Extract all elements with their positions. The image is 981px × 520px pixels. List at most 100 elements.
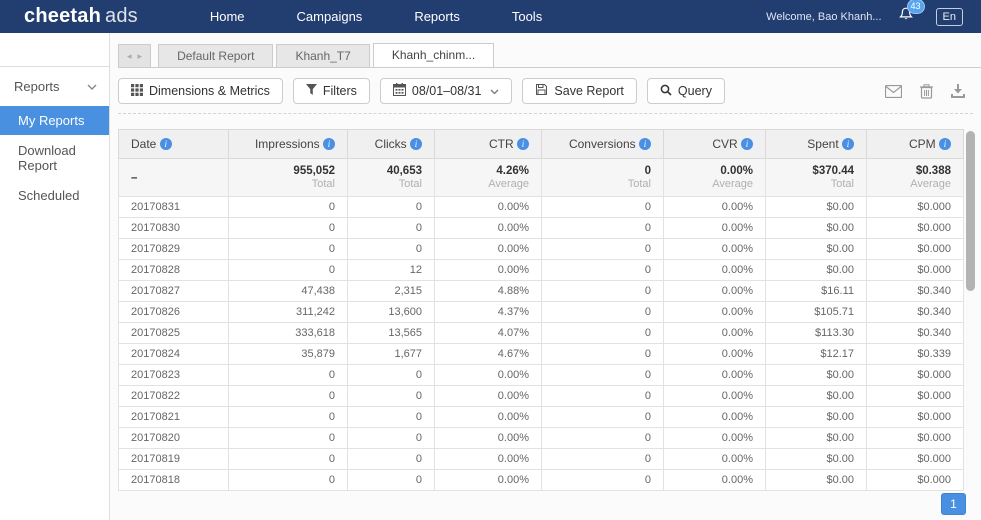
value-cell: 0.00% [663, 406, 766, 428]
value-cell: 0 [541, 217, 664, 239]
scrollbar-thumb[interactable] [966, 131, 975, 291]
date-cell: 20170821 [118, 406, 229, 428]
info-icon[interactable]: i [939, 138, 951, 150]
value-cell: 0 [228, 448, 348, 470]
nav-item-home[interactable]: Home [210, 9, 245, 24]
value-cell: 0.00% [663, 322, 766, 344]
report-tabbar: ◂ ▸ Default Report Khanh_T7 Khanh_chinm.… [118, 43, 981, 68]
tab-default-report[interactable]: Default Report [158, 44, 274, 67]
info-icon[interactable]: i [639, 138, 651, 150]
column-label: CTR [488, 137, 514, 151]
info-icon[interactable]: i [842, 138, 854, 150]
tab-scroll-arrows: ◂ ▸ [118, 44, 152, 67]
total-cell: $0.388 Average [866, 158, 964, 197]
date-cell: 20170826 [118, 301, 229, 323]
query-button[interactable]: Query [646, 78, 725, 104]
value-cell: $0.00 [765, 448, 867, 470]
value-cell: 4.67% [434, 343, 542, 365]
tab-khanh-t7[interactable]: Khanh_T7 [276, 44, 370, 67]
nav-item-campaigns[interactable]: Campaigns [297, 9, 363, 24]
value-cell: 0 [228, 238, 348, 260]
value-cell: $0.340 [866, 280, 964, 302]
value-cell: 0.00% [663, 427, 766, 449]
chevron-down-icon [490, 84, 499, 98]
filters-button[interactable]: Filters [292, 78, 370, 104]
date-range-picker[interactable]: 08/01–08/31 [379, 78, 513, 104]
tab-khanh-chinm[interactable]: Khanh_chinm... [372, 43, 495, 67]
value-cell: 0 [541, 301, 664, 323]
value-cell: 0.00% [663, 238, 766, 260]
search-icon [660, 84, 672, 99]
dimensions-metrics-button[interactable]: Dimensions & Metrics [118, 78, 283, 104]
date-cell: 20170820 [118, 427, 229, 449]
total-cell: 955,052 Total [228, 158, 348, 197]
trash-icon[interactable] [920, 83, 933, 99]
sidebar-group-reports[interactable]: Reports [0, 67, 109, 106]
sidebar: Reports My Reports Download Report Sched… [0, 33, 110, 520]
info-icon[interactable]: i [159, 138, 172, 150]
value-cell: $0.00 [765, 238, 867, 260]
value-cell: 0.00% [663, 448, 766, 470]
value-cell: 0 [228, 469, 348, 491]
value-cell: $0.00 [765, 406, 867, 428]
column-label: CPM [908, 137, 936, 151]
sidebar-group-label: Reports [14, 79, 60, 94]
main-nav: Home Campaigns Reports Tools [210, 9, 594, 24]
notifications-button[interactable]: 43 [898, 0, 925, 27]
value-cell: $0.000 [866, 259, 964, 281]
column-header-spent: Spent i [765, 129, 867, 159]
column-label: Clicks [374, 137, 407, 151]
table-row: 20170830 0 0 0.00% 0 0.00% $0.00 $0.000 [118, 217, 964, 239]
language-selector[interactable]: En [935, 7, 963, 26]
value-cell: $0.000 [866, 364, 964, 386]
download-icon[interactable] [951, 84, 965, 98]
value-cell: 0.00% [663, 469, 766, 491]
value-cell: 2,315 [347, 280, 435, 302]
save-report-button[interactable]: Save Report [522, 78, 637, 104]
value-cell: 13,565 [347, 322, 435, 344]
value-cell: 0 [228, 217, 348, 239]
value-cell: 0.00% [663, 364, 766, 386]
info-icon[interactable]: i [741, 138, 753, 150]
sidebar-spacer [0, 33, 109, 67]
tab-prev-icon[interactable]: ◂ [124, 51, 135, 62]
value-cell: $0.000 [866, 448, 964, 470]
welcome-user-text[interactable]: Welcome, Bao Khanh... [766, 11, 881, 23]
column-header-cvr: CVR i [663, 129, 766, 159]
info-icon[interactable]: i [323, 138, 335, 150]
value-cell: 0.00% [434, 364, 542, 386]
date-cell: 20170829 [118, 238, 229, 260]
value-cell: 0 [541, 448, 664, 470]
value-cell: 0.00% [663, 301, 766, 323]
total-date-cell: – [118, 158, 229, 197]
value-cell: $0.340 [866, 322, 964, 344]
nav-item-tools[interactable]: Tools [512, 9, 542, 24]
info-icon[interactable]: i [410, 138, 422, 150]
column-header-impressions: Impressions i [228, 129, 348, 159]
value-cell: 0.00% [663, 280, 766, 302]
mail-icon[interactable] [885, 84, 902, 98]
tab-next-icon[interactable]: ▸ [135, 51, 146, 62]
filter-icon [305, 84, 317, 98]
value-cell: 0 [347, 364, 435, 386]
total-cell: 0.00% Average [663, 158, 766, 197]
sidebar-item-scheduled[interactable]: Scheduled [0, 181, 109, 210]
value-cell: 0 [541, 259, 664, 281]
column-header-clicks: Clicks i [347, 129, 435, 159]
top-navbar: cheetah ads Home Campaigns Reports Tools … [0, 0, 981, 33]
value-cell: 0 [541, 322, 664, 344]
info-icon[interactable]: i [517, 138, 529, 150]
date-cell: 20170823 [118, 364, 229, 386]
dimensions-metrics-label: Dimensions & Metrics [149, 84, 270, 98]
nav-item-reports[interactable]: Reports [414, 9, 460, 24]
value-cell: 35,879 [228, 343, 348, 365]
notification-badge: 43 [906, 0, 925, 14]
table-row: 20170818 0 0 0.00% 0 0.00% $0.00 $0.000 [118, 469, 964, 491]
value-cell: 0 [228, 364, 348, 386]
page-1-button[interactable]: 1 [941, 493, 966, 515]
sidebar-item-download-report[interactable]: Download Report [0, 136, 109, 180]
navbar-right: Welcome, Bao Khanh... 43 En [766, 0, 963, 27]
sidebar-item-my-reports[interactable]: My Reports [0, 106, 109, 135]
table-scrollbar [966, 129, 975, 490]
app-logo[interactable]: cheetah ads [24, 5, 138, 28]
